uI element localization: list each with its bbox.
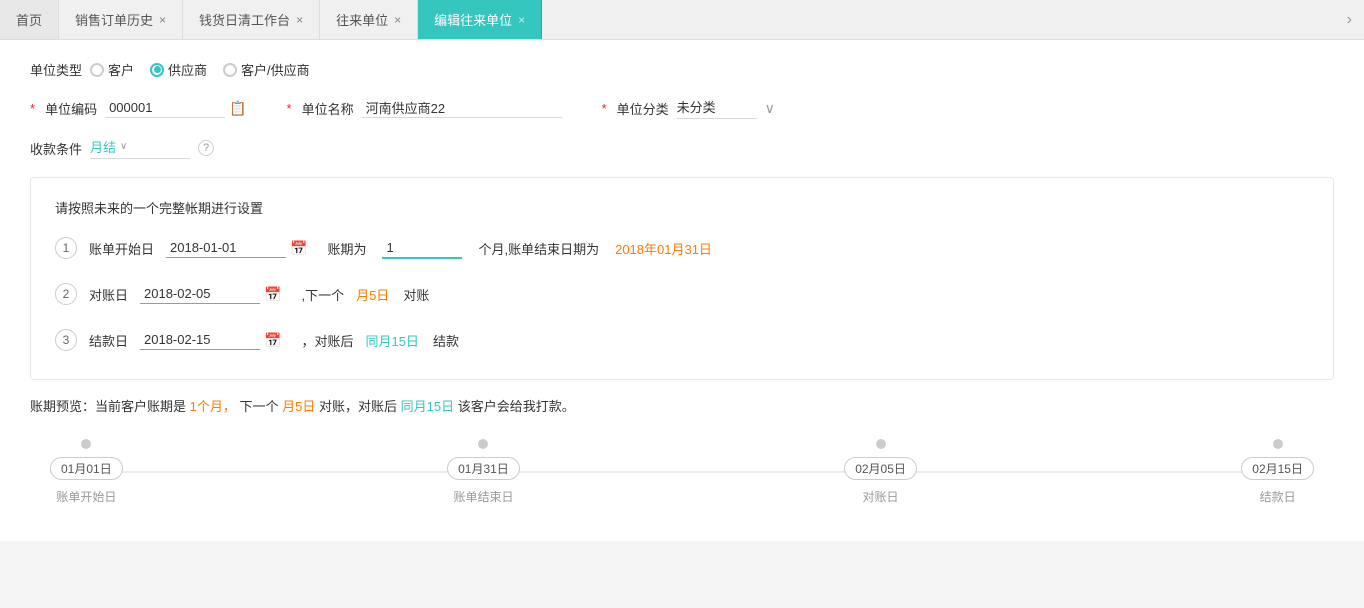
unit-code-label: 单位编码 [45, 99, 97, 118]
unit-code-group: * 单位编码 📋 [30, 98, 247, 118]
close-edit-partner[interactable]: × [518, 13, 525, 27]
step-1-row: 1 账单开始日 📅 账期为 个月,账单结束日期为 2018年01月31日 [55, 237, 1309, 259]
step-1-label: 账单开始日 [89, 239, 154, 258]
preview-suffix: 该客户会给我打款。 [458, 399, 575, 414]
step-1-calendar-icon[interactable]: 📅 [290, 240, 307, 257]
unit-name-group: * 单位名称 [287, 98, 562, 118]
unit-code-input-wrapper: 📋 [105, 98, 246, 118]
tab-home[interactable]: 首页 [0, 0, 59, 39]
step-1-date-input[interactable] [166, 238, 286, 258]
timeline-desc-1: 账单结束日 [453, 488, 513, 505]
timeline-label-0: 01月01日 [50, 457, 123, 480]
payment-terms-row: 收款条件 月结 ∨ ? [30, 137, 1334, 159]
unit-name-label: 单位名称 [302, 99, 354, 118]
payment-terms-arrow[interactable]: ∨ [120, 141, 127, 152]
close-partner[interactable]: × [394, 13, 401, 27]
radio-circle-both [223, 63, 237, 77]
close-sales-history[interactable]: × [159, 13, 166, 27]
timeline-point-0: 01月01日 账单开始日 [50, 439, 123, 505]
step-2-suffix-orange: 月5日 [356, 285, 389, 304]
unit-type-row: 单位类型 客户 供应商 客户/供应商 [30, 60, 1334, 79]
preview-period-orange: 1个月， [190, 399, 236, 414]
tab-cash-work[interactable]: 钱货日清工作台 × [183, 0, 320, 39]
close-cash-work[interactable]: × [296, 13, 303, 27]
timeline-container: 01月01日 账单开始日 01月31日 账单结束日 02月05日 对账日 02月… [30, 423, 1334, 521]
step-3-label: 结款日 [89, 331, 128, 350]
radio-group: 客户 供应商 客户/供应商 [90, 60, 310, 79]
tab-edit-partner[interactable]: 编辑往来单位 × [418, 0, 542, 39]
radio-customer[interactable]: 客户 [90, 60, 134, 79]
step-1-end-date: 2018年01月31日 [615, 239, 712, 258]
tab-bar: 首页 销售订单历史 × 钱货日清工作台 × 往来单位 × 编辑往来单位 × › [0, 0, 1364, 40]
step-3-row: 3 结款日 📅 ，对账后 同月15日 结款 [55, 329, 1309, 351]
tab-expand-button[interactable]: › [1335, 0, 1364, 39]
main-content: 单位类型 客户 供应商 客户/供应商 * 单位编码 [0, 40, 1364, 541]
timeline-point-3: 02月15日 结款日 [1241, 439, 1314, 505]
preview-middle: 下一个 [240, 399, 279, 414]
step-2-calendar-icon[interactable]: 📅 [264, 286, 281, 303]
timeline-dot-3 [1273, 439, 1283, 449]
step-2-date-input[interactable] [140, 284, 260, 304]
step-3-suffix-1: ，对账后 [301, 331, 353, 350]
timeline-point-1: 01月31日 账单结束日 [447, 439, 520, 505]
timeline-label-3: 02月15日 [1241, 457, 1314, 480]
step-3-suffix-2: 结款 [433, 331, 459, 350]
timeline-desc-3: 结款日 [1260, 488, 1296, 505]
step-2-suffix-1: ,下一个 [301, 285, 344, 304]
step-1-date-wrapper: 📅 [166, 238, 307, 258]
radio-circle-customer [90, 63, 104, 77]
step-2-row: 2 对账日 📅 ,下一个 月5日 对账 [55, 283, 1309, 305]
payment-terms-value: 月结 [90, 137, 116, 156]
unit-type-label: 单位类型 [30, 60, 82, 79]
payment-terms-group: 收款条件 月结 ∨ ? [30, 137, 214, 159]
timeline-desc-0: 账单开始日 [56, 488, 116, 505]
timeline-dot-0 [81, 439, 91, 449]
timeline-dot-2 [876, 439, 886, 449]
payment-help-icon[interactable]: ? [198, 140, 214, 156]
unit-category-group: * 单位分类 未分类 ∨ [602, 97, 775, 119]
step-1-period-suffix: 个月,账单结束日期为 [478, 239, 599, 258]
timeline-point-2: 02月05日 对账日 [844, 439, 917, 505]
radio-supplier[interactable]: 供应商 [150, 60, 207, 79]
tab-sales-history[interactable]: 销售订单历史 × [59, 0, 183, 39]
step-2-date-wrapper: 📅 [140, 284, 281, 304]
tab-partner[interactable]: 往来单位 × [320, 0, 418, 39]
step-2-num: 2 [55, 283, 77, 305]
unit-category-label: 单位分类 [617, 99, 669, 118]
preview-after: 对账，对账后 [319, 399, 397, 414]
radio-circle-supplier [150, 63, 164, 77]
radio-both[interactable]: 客户/供应商 [223, 60, 310, 79]
unit-category-wrapper: 未分类 ∨ [677, 97, 775, 119]
step-1-period-prefix: 账期为 [327, 239, 366, 258]
preview-date-orange: 月5日 [282, 399, 315, 414]
unit-code-input[interactable] [105, 98, 225, 118]
unit-name-input[interactable] [362, 98, 562, 118]
step-1-period-input[interactable] [382, 238, 462, 259]
unit-info-row: * 单位编码 📋 * 单位名称 * 单位分类 未分类 ∨ [30, 97, 1334, 119]
step-3-date-input[interactable] [140, 330, 260, 350]
preview-date-teal: 同月15日 [401, 399, 454, 414]
step-2-suffix-2: 对账 [403, 285, 429, 304]
step-3-suffix-teal: 同月15日 [365, 331, 418, 350]
step-1-num: 1 [55, 237, 77, 259]
preview-prefix: 账期预览：当前客户账期是 [30, 399, 186, 414]
setting-title: 请按照未来的一个完整帐期进行设置 [55, 198, 1309, 217]
step-2-label: 对账日 [89, 285, 128, 304]
unit-category-value: 未分类 [677, 97, 757, 119]
unit-code-icon[interactable]: 📋 [229, 100, 246, 117]
step-3-calendar-icon[interactable]: 📅 [264, 332, 281, 349]
timeline-dot-1 [478, 439, 488, 449]
preview-bar: 账期预览：当前客户账期是 1个月， 下一个 月5日 对账，对账后 同月15日 该… [30, 396, 1334, 415]
unit-type-group: 单位类型 客户 供应商 客户/供应商 [30, 60, 310, 79]
timeline-label-1: 01月31日 [447, 457, 520, 480]
payment-terms-dropdown[interactable]: 月结 ∨ [90, 137, 190, 159]
step-3-num: 3 [55, 329, 77, 351]
step-3-date-wrapper: 📅 [140, 330, 281, 350]
timeline-points: 01月01日 账单开始日 01月31日 账单结束日 02月05日 对账日 02月… [50, 439, 1314, 505]
timeline-desc-2: 对账日 [863, 488, 899, 505]
unit-category-arrow[interactable]: ∨ [765, 100, 775, 117]
timeline-label-2: 02月05日 [844, 457, 917, 480]
setting-box: 请按照未来的一个完整帐期进行设置 1 账单开始日 📅 账期为 个月,账单结束日期… [30, 177, 1334, 380]
payment-terms-label: 收款条件 [30, 139, 82, 158]
